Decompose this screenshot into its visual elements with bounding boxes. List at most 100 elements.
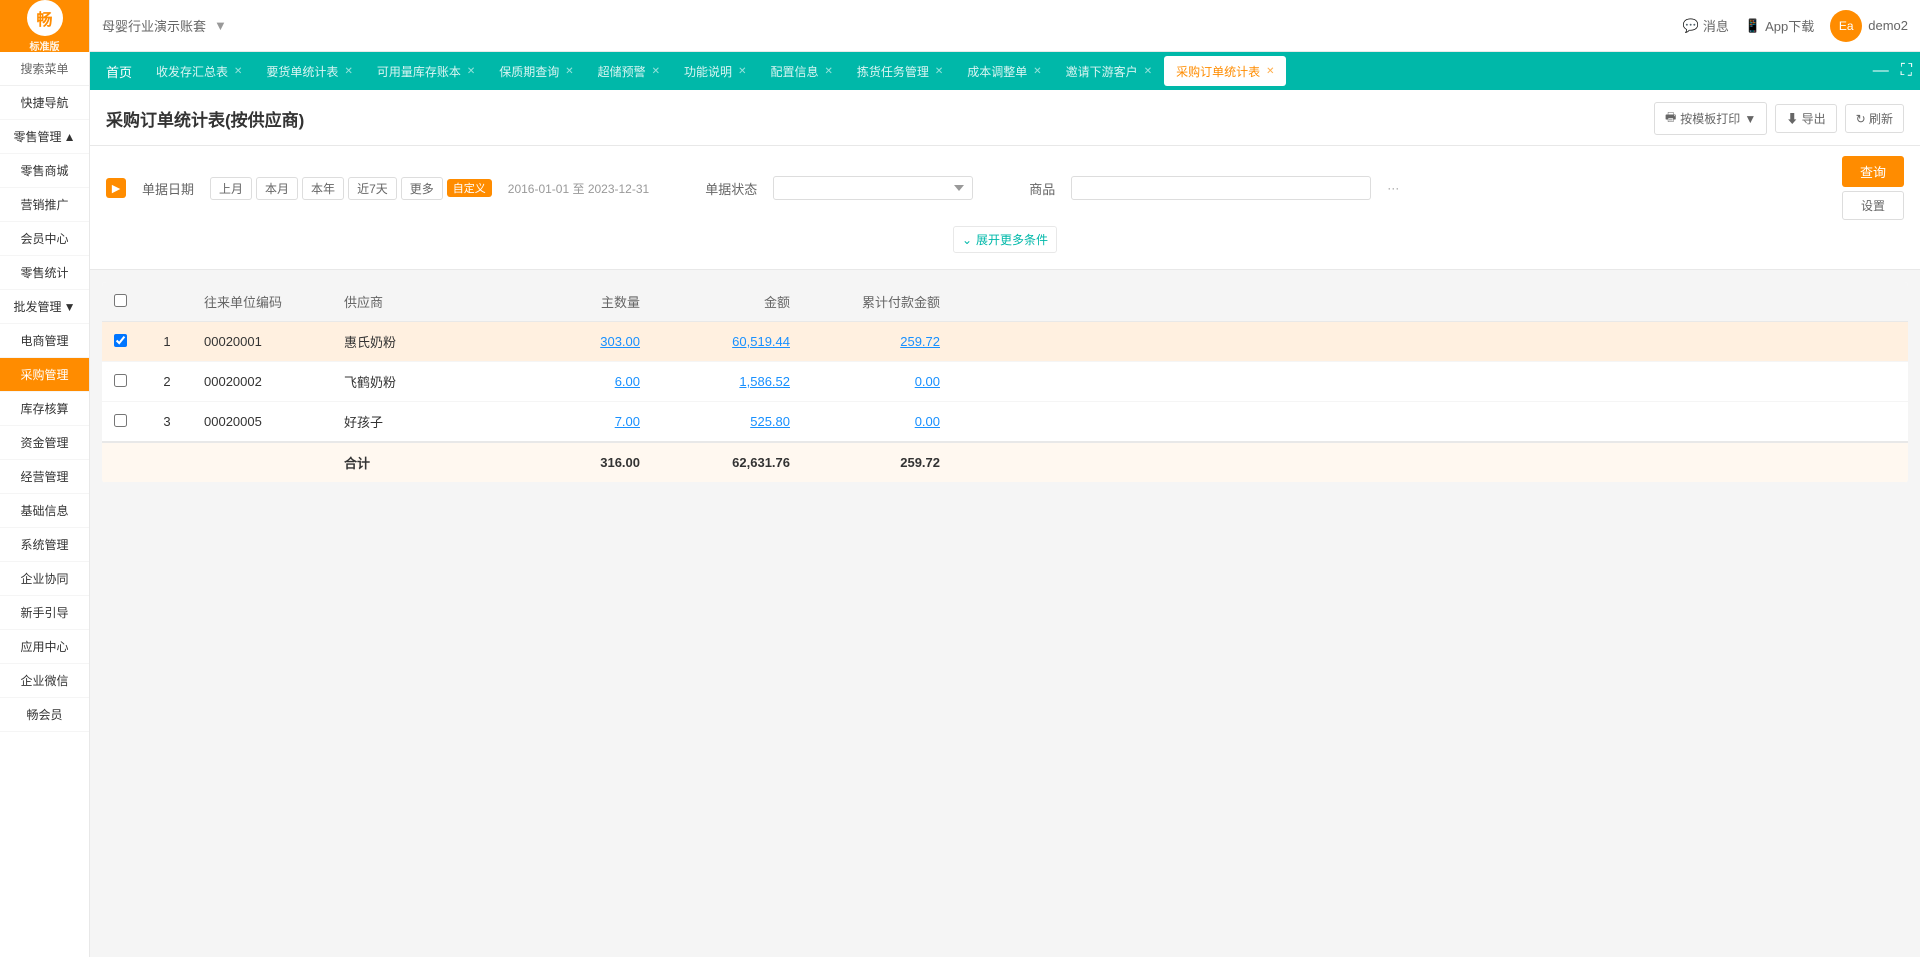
sidebar-item-basic-info[interactable]: 基础信息	[0, 494, 89, 528]
tab-close-function-desc[interactable]: ✕	[738, 66, 746, 77]
table-header-row: 往来单位编码 供应商 主数量 金额 累计付款金额	[102, 282, 1908, 322]
table-row: 3 00020005 好孩子 7.00 525.80 0.00	[102, 402, 1908, 443]
tab-close-config-info[interactable]: ✕	[824, 66, 832, 77]
table-row: 2 00020002 飞鹤奶粉 6.00 1,586.52 0.00	[102, 362, 1908, 402]
sidebar-item-retail-mall[interactable]: 零售商城	[0, 154, 89, 188]
tab-close-invite-downstream[interactable]: ✕	[1144, 66, 1152, 77]
sidebar-item-app-center[interactable]: 应用中心	[0, 630, 89, 664]
tab-function-desc[interactable]: 功能说明 ✕	[672, 56, 758, 86]
tab-receipt-summary[interactable]: 收发存汇总表 ✕	[144, 56, 254, 86]
sidebar: 畅 标准版 搜索菜单 快捷导航 零售管理 ▲ 零售商城 营销推广 会员中心 零售…	[0, 0, 90, 957]
tab-close-pick-task[interactable]: ✕	[935, 66, 943, 77]
tab-order-summary[interactable]: 要货单统计表 ✕	[254, 56, 364, 86]
chevron-down-icon: ▲	[64, 130, 76, 144]
footer-paid: 259.72	[802, 442, 952, 483]
sidebar-item-wholesale[interactable]: 批发管理 ▼	[0, 290, 89, 324]
sidebar-item-enterprise[interactable]: 企业协同	[0, 562, 89, 596]
tab-invite-downstream[interactable]: 邀请下游客户 ✕	[1054, 56, 1164, 86]
sidebar-item-member[interactable]: 会员中心	[0, 222, 89, 256]
tab-close-purchase-order-summary[interactable]: ✕	[1266, 66, 1274, 77]
status-filter-select[interactable]	[773, 176, 973, 200]
date-shortcut-this-year[interactable]: 本年	[302, 177, 344, 200]
row-paid-3: 0.00	[802, 402, 952, 443]
tab-shelf-life[interactable]: 保质期查询 ✕	[487, 56, 585, 86]
th-qty: 主数量	[532, 282, 652, 322]
tab-close-order-summary[interactable]: ✕	[344, 66, 352, 77]
sidebar-item-member2[interactable]: 畅会员	[0, 698, 89, 732]
filter-collapse-button[interactable]: ►	[106, 178, 126, 198]
tab-cost-adjust[interactable]: 成本调整单 ✕	[955, 56, 1053, 86]
date-shortcut-this-month[interactable]: 本月	[256, 177, 298, 200]
tab-available-inventory[interactable]: 可用量库存账本 ✕	[365, 56, 487, 86]
row-extra-3	[952, 402, 1908, 443]
row-amount-3: 525.80	[652, 402, 802, 443]
date-shortcut-7days[interactable]: 近7天	[348, 177, 397, 200]
sidebar-item-enterprise-wechat[interactable]: 企业微信	[0, 664, 89, 698]
tab-purchase-order-summary[interactable]: 采购订单统计表 ✕	[1164, 56, 1286, 86]
table-footer-row: 合计 316.00 62,631.76 259.72	[102, 442, 1908, 483]
tab-config-info[interactable]: 配置信息 ✕	[758, 56, 844, 86]
filter-expand-button[interactable]: ⌄ 展开更多条件	[953, 226, 1057, 253]
row-checkbox-3[interactable]	[114, 414, 127, 427]
th-paid: 累计付款金额	[802, 282, 952, 322]
footer-extra	[952, 442, 1908, 483]
print-button[interactable]: 🖶 按模板打印 ▼	[1654, 102, 1767, 135]
tab-home[interactable]: 首页	[94, 56, 144, 86]
workspace-dropdown-icon[interactable]: ▼	[214, 18, 227, 33]
refresh-button[interactable]: ↻ 刷新	[1845, 104, 1904, 133]
settings-button[interactable]: 设置	[1842, 191, 1904, 220]
tab-overstock-warning[interactable]: 超储预警 ✕	[586, 56, 672, 86]
row-paid-1: 259.72	[802, 322, 952, 362]
sidebar-item-ecommerce[interactable]: 电商管理	[0, 324, 89, 358]
sidebar-item-system[interactable]: 系统管理	[0, 528, 89, 562]
sidebar-item-finance[interactable]: 资金管理	[0, 426, 89, 460]
tab-close-available-inventory[interactable]: ✕	[467, 66, 475, 77]
tab-minimize-button[interactable]: —	[1869, 58, 1893, 84]
row-code-2: 00020002	[192, 362, 332, 402]
row-supplier-2: 飞鹤奶粉	[332, 362, 532, 402]
date-filter-label: 单据日期	[142, 179, 194, 198]
chevron-down-icon: ▼	[64, 300, 76, 314]
sidebar-item-inventory[interactable]: 库存核算	[0, 392, 89, 426]
tab-close-overstock-warning[interactable]: ✕	[652, 66, 660, 77]
sidebar-item-retail[interactable]: 零售管理 ▲	[0, 120, 89, 154]
select-all-checkbox[interactable]	[114, 294, 127, 307]
row-qty-2: 6.00	[532, 362, 652, 402]
print-dropdown-icon: ▼	[1744, 112, 1756, 126]
user-menu[interactable]: Ea demo2	[1830, 10, 1908, 42]
row-num-1: 1	[142, 322, 192, 362]
goods-filter-more-button[interactable]: ···	[1387, 181, 1399, 195]
sidebar-item-search[interactable]: 搜索菜单	[0, 52, 89, 86]
app-download-button[interactable]: 📱 App下载	[1745, 16, 1814, 35]
goods-filter-input[interactable]	[1071, 176, 1371, 200]
refresh-icon: ↻	[1856, 112, 1866, 126]
row-checkbox-2[interactable]	[114, 374, 127, 387]
message-button[interactable]: 💬 消息	[1683, 16, 1729, 35]
sidebar-item-quick-nav[interactable]: 快捷导航	[0, 86, 89, 120]
row-extra-1	[952, 322, 1908, 362]
tab-close-shelf-life[interactable]: ✕	[565, 66, 573, 77]
row-checkbox-1[interactable]	[114, 334, 127, 347]
tab-pick-task[interactable]: 拣货任务管理 ✕	[845, 56, 955, 86]
sidebar-item-retail-stats[interactable]: 零售统计	[0, 256, 89, 290]
row-code-3: 00020005	[192, 402, 332, 443]
query-button[interactable]: 查询	[1842, 156, 1904, 187]
th-check	[102, 282, 142, 322]
sidebar-item-new-guide[interactable]: 新手引导	[0, 596, 89, 630]
tab-maximize-button[interactable]: ⛶	[1897, 58, 1916, 84]
row-paid-2: 0.00	[802, 362, 952, 402]
export-icon: ⬇	[1786, 112, 1798, 126]
date-shortcut-more[interactable]: 更多	[401, 177, 443, 200]
tab-close-receipt-summary[interactable]: ✕	[234, 66, 242, 77]
date-shortcut-last-month[interactable]: 上月	[210, 177, 252, 200]
printer-icon: 🖶	[1665, 108, 1676, 129]
th-extra	[952, 282, 1908, 322]
sidebar-item-operations[interactable]: 经营管理	[0, 460, 89, 494]
sidebar-item-purchase[interactable]: 采购管理	[0, 358, 89, 392]
message-icon: 💬	[1683, 18, 1699, 34]
tabbar-actions: — ⛶	[1869, 58, 1916, 84]
sidebar-item-marketing[interactable]: 营销推广	[0, 188, 89, 222]
tab-close-cost-adjust[interactable]: ✕	[1033, 66, 1041, 77]
row-qty-1: 303.00	[532, 322, 652, 362]
export-button[interactable]: ⬇ 导出	[1775, 104, 1836, 133]
